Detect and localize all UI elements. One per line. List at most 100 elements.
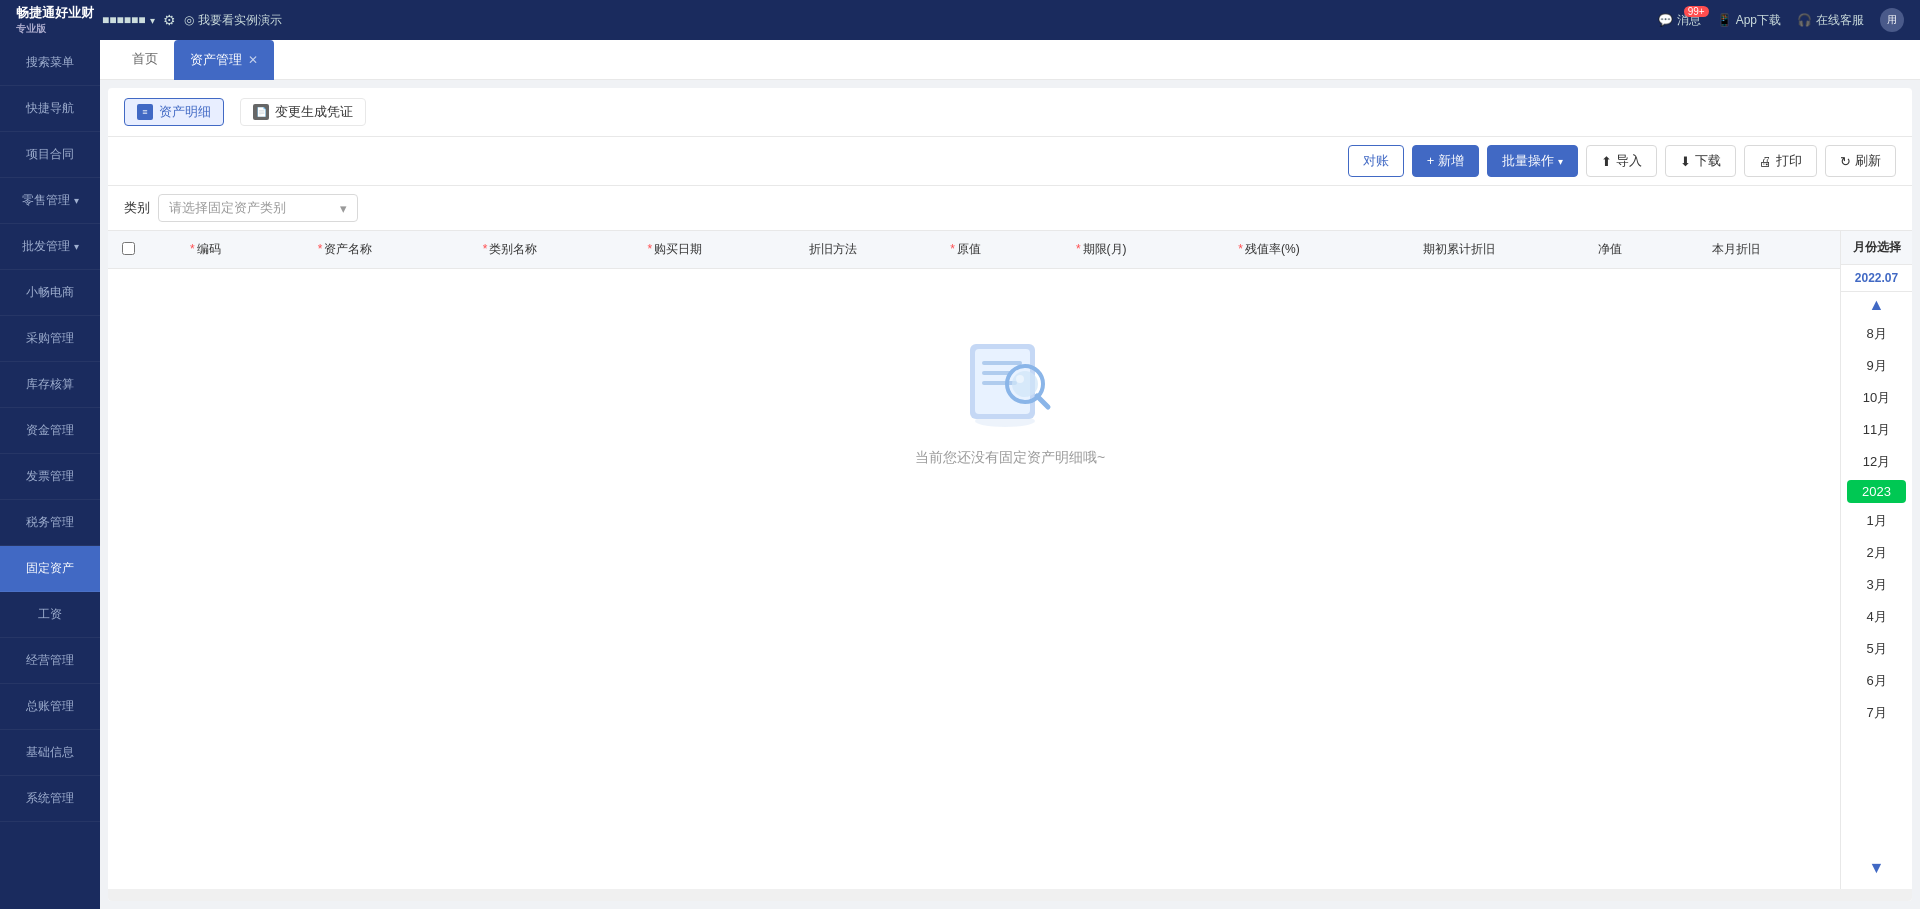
- chevron-down-icon: ▾: [74, 195, 79, 206]
- tab-bar: 首页 资产管理 ✕: [100, 40, 1920, 80]
- month-item-7[interactable]: 7月: [1841, 697, 1912, 729]
- reconcile-button[interactable]: 对账: [1348, 145, 1404, 177]
- month-item-2[interactable]: 2月: [1841, 537, 1912, 569]
- sidebar-item-quick-nav[interactable]: 快捷导航: [0, 86, 100, 132]
- col-residual-rate: *残值率(%): [1180, 231, 1359, 269]
- month-item-9[interactable]: 9月: [1841, 350, 1912, 382]
- empty-text: 当前您还没有固定资产明细哦~: [915, 449, 1105, 467]
- sidebar-item-label: 经营管理: [26, 652, 74, 669]
- message-button[interactable]: 💬 消息 99+: [1658, 12, 1701, 29]
- online-service-button[interactable]: 🎧 在线客服: [1797, 12, 1864, 29]
- select-all-checkbox[interactable]: [122, 242, 135, 255]
- app-title: 畅捷通好业财: [16, 4, 94, 22]
- sidebar-item-label: 资金管理: [26, 422, 74, 439]
- import-label: 导入: [1616, 152, 1642, 170]
- col-accumulated-depreciation: 期初累计折旧: [1358, 231, 1559, 269]
- category-select[interactable]: 请选择固定资产类别 ▾: [158, 194, 358, 222]
- app-subtitle: 专业版: [16, 22, 94, 36]
- sidebar-item-label: 固定资产: [26, 560, 74, 577]
- month-item-5[interactable]: 5月: [1841, 633, 1912, 665]
- col-category: *类别名称: [428, 231, 593, 269]
- month-item-10[interactable]: 10月: [1841, 382, 1912, 414]
- print-label: 打印: [1776, 152, 1802, 170]
- sidebar-item-label: 系统管理: [26, 790, 74, 807]
- sidebar-item-retail[interactable]: 零售管理 ▾: [0, 178, 100, 224]
- batch-label: 批量操作: [1502, 152, 1554, 170]
- chevron-down-icon: ▾: [1558, 156, 1563, 167]
- settings-icon[interactable]: ⚙: [163, 12, 176, 28]
- col-depreciation-method: 折旧方法: [757, 231, 908, 269]
- category-placeholder: 请选择固定资产类别: [169, 199, 286, 217]
- month-item-12[interactable]: 12月: [1841, 446, 1912, 478]
- tab-asset-management[interactable]: 资产管理 ✕: [174, 40, 274, 80]
- month-nav-down[interactable]: ▼: [1865, 855, 1889, 881]
- add-button[interactable]: + 新增: [1412, 145, 1479, 177]
- sidebar-item-search[interactable]: 搜索菜单: [0, 40, 100, 86]
- col-net-value: 净值: [1560, 231, 1661, 269]
- tab-label: 首页: [132, 50, 158, 68]
- company-selector[interactable]: ■■■■■■ ▾: [102, 13, 155, 27]
- list-icon: ≡: [137, 104, 153, 120]
- top-bar-left: 畅捷通好业财 专业版 ■■■■■■ ▾ ⚙ ◎ 我要看实例演示: [16, 4, 282, 36]
- sidebar-item-wholesale[interactable]: 批发管理 ▾: [0, 224, 100, 270]
- month-item-8[interactable]: 8月: [1841, 318, 1912, 350]
- table-container: *编码 *资产名称 *类别名称 *购买日期: [108, 231, 1912, 889]
- sidebar-item-label: 小畅电商: [26, 284, 74, 301]
- import-button[interactable]: ⬆ 导入: [1586, 145, 1657, 177]
- sidebar-item-ecommerce[interactable]: 小畅电商: [0, 270, 100, 316]
- refresh-icon: ↻: [1840, 154, 1851, 169]
- main-layout: 搜索菜单 快捷导航 项目合同 零售管理 ▾ 批发管理 ▾ 小畅电商 采购管理 库…: [0, 40, 1920, 909]
- download-label: 下载: [1695, 152, 1721, 170]
- sidebar-item-invoice[interactable]: 发票管理: [0, 454, 100, 500]
- demo-button[interactable]: ◎ 我要看实例演示: [184, 12, 282, 29]
- sub-tab-asset-detail[interactable]: ≡ 资产明细: [124, 98, 224, 126]
- add-label: + 新增: [1427, 152, 1464, 170]
- phone-icon: 📱: [1717, 13, 1732, 27]
- sub-tab-bar: ≡ 资产明细 📄 变更生成凭证: [108, 88, 1912, 137]
- month-item-4[interactable]: 4月: [1841, 601, 1912, 633]
- month-picker-panel: 月份选择 2022.07 ▲ 8月 9月 10月 11月 12月 2023 1月…: [1840, 231, 1912, 889]
- sidebar-item-salary[interactable]: 工资: [0, 592, 100, 638]
- download-button[interactable]: ⬇ 下载: [1665, 145, 1736, 177]
- assets-table: *编码 *资产名称 *类别名称 *购买日期: [108, 231, 1912, 527]
- sub-tab-change-voucher[interactable]: 📄 变更生成凭证: [240, 98, 366, 126]
- message-badge: 99+: [1684, 6, 1709, 17]
- app-download-label: App下载: [1736, 12, 1781, 29]
- svg-line-8: [1037, 396, 1048, 407]
- sidebar-item-label: 税务管理: [26, 514, 74, 531]
- refresh-button[interactable]: ↻ 刷新: [1825, 145, 1896, 177]
- horizontal-scrollbar[interactable]: [108, 889, 1912, 901]
- month-item-3[interactable]: 3月: [1841, 569, 1912, 601]
- sub-tab-label: 变更生成凭证: [275, 103, 353, 121]
- month-nav-up[interactable]: ▲: [1865, 292, 1889, 318]
- tab-home[interactable]: 首页: [116, 40, 174, 80]
- tab-close-icon[interactable]: ✕: [248, 53, 258, 67]
- sidebar-item-basic-info[interactable]: 基础信息: [0, 730, 100, 776]
- sidebar-item-ledger[interactable]: 总账管理: [0, 684, 100, 730]
- sidebar-item-fixed-assets[interactable]: 固定资产: [0, 546, 100, 592]
- month-item-1[interactable]: 1月: [1841, 505, 1912, 537]
- month-item-11[interactable]: 11月: [1841, 414, 1912, 446]
- download-icon: ⬇: [1680, 154, 1691, 169]
- svg-rect-3: [982, 361, 1022, 365]
- print-button[interactable]: 🖨 打印: [1744, 145, 1817, 177]
- sidebar-item-management[interactable]: 经营管理: [0, 638, 100, 684]
- sidebar-item-finance[interactable]: 资金管理: [0, 408, 100, 454]
- month-item-6[interactable]: 6月: [1841, 665, 1912, 697]
- sidebar-item-inventory[interactable]: 库存核算: [0, 362, 100, 408]
- sidebar-item-purchase[interactable]: 采购管理: [0, 316, 100, 362]
- avatar[interactable]: 用: [1880, 8, 1904, 32]
- batch-button[interactable]: 批量操作 ▾: [1487, 145, 1578, 177]
- sidebar-item-label: 发票管理: [26, 468, 74, 485]
- app-download-button[interactable]: 📱 App下载: [1717, 12, 1781, 29]
- col-monthly-depreciation: 本月折旧: [1660, 231, 1811, 269]
- col-period: *期限(月): [1023, 231, 1180, 269]
- sidebar-item-system[interactable]: 系统管理: [0, 776, 100, 822]
- sidebar-item-tax[interactable]: 税务管理: [0, 500, 100, 546]
- chevron-down-icon: ▾: [150, 15, 155, 26]
- month-picker-year-2022: 2022.07: [1841, 265, 1912, 292]
- col-name: *资产名称: [263, 231, 428, 269]
- sidebar-item-label: 零售管理: [22, 192, 70, 209]
- sidebar-item-project[interactable]: 项目合同: [0, 132, 100, 178]
- col-original-value: *原值: [908, 231, 1023, 269]
